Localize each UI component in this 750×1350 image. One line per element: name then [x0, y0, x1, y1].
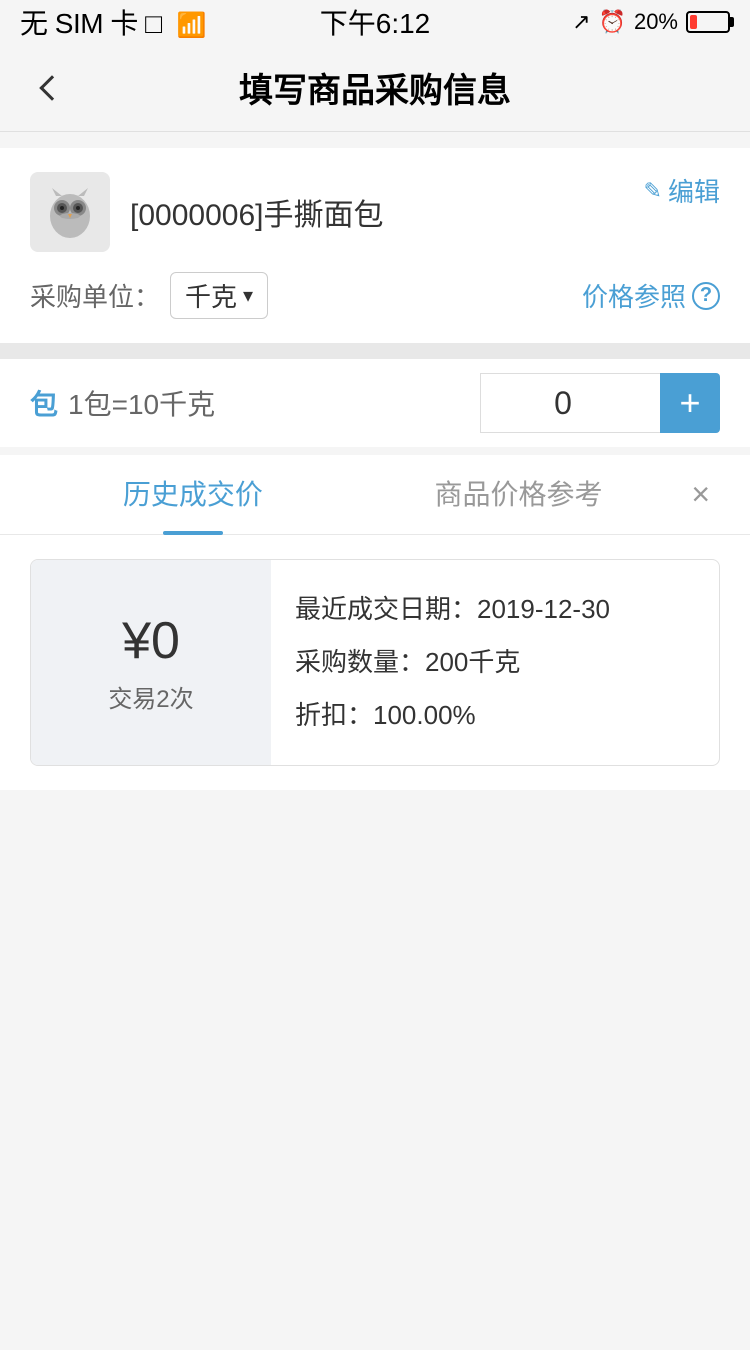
back-button[interactable]: [30, 66, 74, 110]
product-thumbnail: [30, 172, 110, 252]
quantity-controls: +: [480, 373, 720, 433]
price-card: ¥0 交易2次 最近成交日期：2019-12-30 采购数量：200千克 折扣：…: [30, 559, 720, 766]
quantity-row: 包 1包=10千克 +: [0, 359, 750, 447]
purchase-qty-label: 采购数量：: [295, 647, 425, 677]
alarm-icon: ⏰: [599, 9, 626, 35]
battery-icon: [686, 11, 730, 33]
discount-label: 折扣：: [295, 700, 373, 730]
product-left: [0000006]手撕面包: [30, 172, 383, 252]
purchase-qty-value: 200千克: [425, 647, 520, 677]
tab-product-price-ref[interactable]: 商品价格参考: [356, 455, 682, 535]
bag-unit-icon: 包: [30, 383, 58, 423]
battery-fill: [690, 15, 697, 29]
quantity-input[interactable]: [480, 373, 660, 433]
back-arrow-icon: [39, 75, 64, 100]
main-content: [0000006]手撕面包 ✎ 编辑 采购单位： 千克 ▾ 价格参照 ?: [0, 148, 750, 1350]
price-value: 0: [151, 612, 180, 670]
recent-date-label: 最近成交日期：: [295, 594, 477, 624]
edit-button[interactable]: ✎ 编辑: [644, 172, 720, 209]
quantity-plus-button[interactable]: +: [660, 373, 720, 433]
edit-icon: ✎: [644, 178, 662, 204]
plus-icon: +: [679, 382, 700, 424]
currency-symbol: ¥: [122, 612, 151, 670]
tab-history-price[interactable]: 历史成交价: [30, 455, 356, 535]
recent-date-line: 最近成交日期：2019-12-30: [295, 590, 695, 629]
price-card-right: 最近成交日期：2019-12-30 采购数量：200千克 折扣：100.00%: [271, 560, 719, 765]
price-panel-tabs: 历史成交价 商品价格参考 ×: [0, 455, 750, 535]
price-ref-help-icon: ?: [692, 282, 720, 310]
location-icon: ↗: [572, 9, 590, 35]
product-owl-icon: [40, 182, 100, 242]
quantity-label: 包 1包=10千克: [30, 383, 215, 423]
product-row-top: [0000006]手撕面包 ✎ 编辑: [30, 172, 720, 252]
status-right: ↗ ⏰ 20%: [572, 9, 730, 35]
status-time: 下午6:12: [320, 2, 431, 42]
panel-close-button[interactable]: ×: [681, 476, 720, 513]
edit-label: 编辑: [668, 172, 720, 209]
unit-value: 千克: [185, 277, 237, 314]
product-name: [0000006]手撕面包: [130, 190, 383, 234]
bag-conversion-text: 1包=10千克: [68, 383, 215, 423]
dropdown-arrow-icon: ▾: [243, 283, 253, 308]
section-divider: [0, 343, 750, 359]
product-row-bottom: 采购单位： 千克 ▾ 价格参照 ?: [30, 272, 720, 319]
battery-percent: 20%: [634, 9, 678, 35]
price-reference-panel: 历史成交价 商品价格参考 × ¥0 交易2次 最近成交日期：20: [0, 455, 750, 790]
price-amount: ¥0: [122, 611, 180, 671]
discount-value: 100.00%: [373, 700, 476, 730]
price-card-left: ¥0 交易2次: [31, 560, 271, 765]
price-card-container: ¥0 交易2次 最近成交日期：2019-12-30 采购数量：200千克 折扣：…: [0, 535, 750, 790]
carrier-text: 无 SIM 卡 □ 📶: [20, 2, 206, 42]
price-transactions: 交易2次: [108, 679, 193, 714]
price-reference-button[interactable]: 价格参照 ?: [582, 277, 720, 314]
recent-date-value: 2019-12-30: [477, 594, 610, 624]
unit-prefix-label: 采购单位：: [30, 277, 160, 314]
unit-row: 采购单位： 千克 ▾: [30, 272, 268, 319]
purchase-qty-line: 采购数量：200千克: [295, 643, 695, 682]
page-header: 填写商品采购信息: [0, 44, 750, 132]
price-ref-label: 价格参照: [582, 277, 686, 314]
status-bar: 无 SIM 卡 □ 📶 下午6:12 ↗ ⏰ 20%: [0, 0, 750, 44]
discount-line: 折扣：100.00%: [295, 696, 695, 735]
unit-selector[interactable]: 千克 ▾: [170, 272, 268, 319]
product-card: [0000006]手撕面包 ✎ 编辑 采购单位： 千克 ▾ 价格参照 ?: [0, 148, 750, 343]
page-title: 填写商品采购信息: [239, 63, 511, 112]
